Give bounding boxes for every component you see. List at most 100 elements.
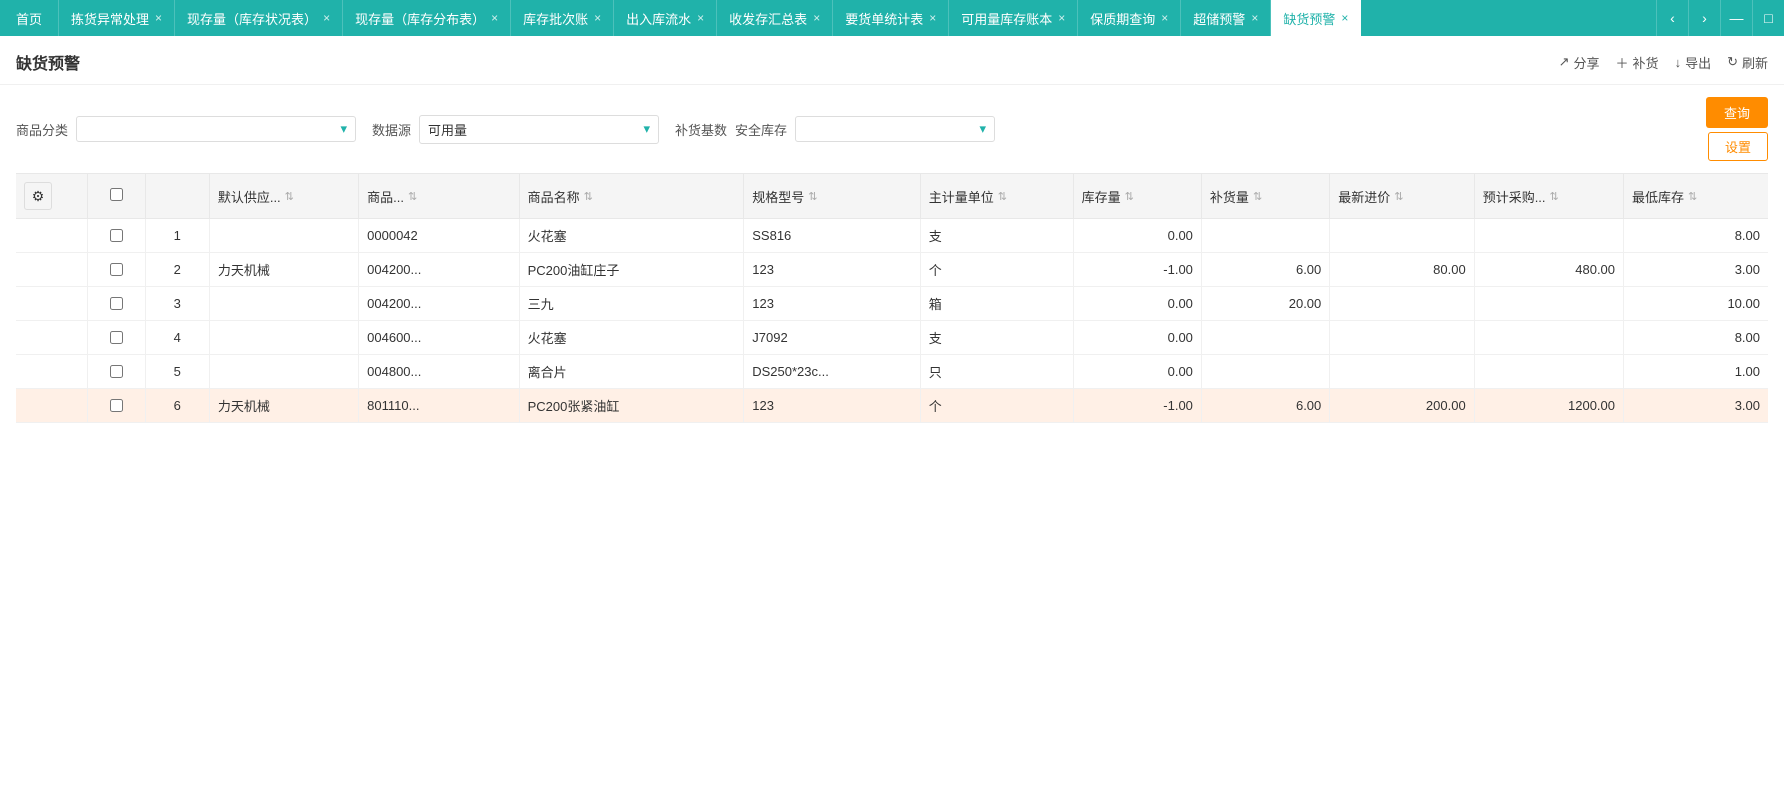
tab-batch[interactable]: 库存批次账 × [511, 0, 614, 36]
datasource-chevron-icon: ▾ [644, 121, 651, 137]
row-spec: 123 [744, 253, 921, 287]
row-plan-purchase [1474, 355, 1623, 389]
tab-stock-status-close[interactable]: × [323, 11, 330, 25]
page-title: 缺货预警 [16, 50, 80, 74]
tab-exception-close[interactable]: × [155, 11, 162, 25]
datasource-select[interactable]: 可用量 ▾ [419, 115, 659, 144]
th-code-label: 商品... [367, 187, 404, 206]
row-settings-cell [16, 389, 87, 423]
tab-batch-close[interactable]: × [594, 11, 601, 25]
share-button[interactable]: ↗ 分享 [1559, 53, 1600, 72]
tab-inout[interactable]: 出入库流水 × [614, 0, 717, 36]
row-unit: 支 [920, 321, 1073, 355]
row-code: 004200... [359, 253, 519, 287]
export-icon: ↓ [1675, 55, 1682, 70]
th-stock-label: 库存量 [1082, 187, 1121, 206]
row-unit: 个 [920, 389, 1073, 423]
th-name[interactable]: 商品名称 ⇅ [519, 174, 744, 219]
export-button[interactable]: ↓ 导出 [1675, 53, 1712, 72]
row-replenish [1201, 355, 1329, 389]
row-checkbox[interactable] [110, 229, 123, 242]
th-plan[interactable]: 预计采购... ⇅ [1474, 174, 1623, 219]
row-settings-cell [16, 253, 87, 287]
th-spec[interactable]: 规格型号 ⇅ [744, 174, 921, 219]
export-label: 导出 [1685, 53, 1711, 72]
tab-stock-dist-close[interactable]: × [491, 11, 498, 25]
row-checkbox[interactable] [110, 399, 123, 412]
tab-next-btn[interactable]: › [1688, 0, 1720, 36]
tab-shortage-close[interactable]: × [1341, 11, 1348, 25]
row-supplier: 力天机械 [209, 253, 358, 287]
tab-available[interactable]: 可用量库存账本 × [949, 0, 1078, 36]
tab-demand[interactable]: 要货单统计表 × [833, 0, 949, 36]
maximize-icon: □ [1764, 10, 1772, 26]
tab-home[interactable]: 首页 [0, 0, 59, 36]
row-code: 004600... [359, 321, 519, 355]
th-minstock[interactable]: 最低库存 ⇅ [1624, 174, 1768, 219]
row-checkbox[interactable] [110, 263, 123, 276]
select-all-checkbox[interactable] [110, 188, 123, 201]
row-no: 2 [145, 253, 209, 287]
tab-maximize-btn[interactable]: □ [1752, 0, 1784, 36]
th-price-label: 最新进价 [1338, 187, 1390, 206]
tab-overstock[interactable]: 超储预警 × [1181, 0, 1271, 36]
tab-expiry[interactable]: 保质期查询 × [1078, 0, 1181, 36]
row-replenish [1201, 219, 1329, 253]
row-latest-price [1330, 219, 1474, 253]
filter-row: 商品分类 ▾ 数据源 可用量 ▾ 补货基数 安全库存 ▾ 查询 设置 [0, 85, 1784, 173]
table-body: 1 0000042 火花塞 SS816 支 0.00 8.00 2 力天机械 0… [16, 219, 1768, 423]
th-supplier[interactable]: 默认供应... ⇅ [209, 174, 358, 219]
row-code: 801110... [359, 389, 519, 423]
row-settings-cell [16, 287, 87, 321]
th-stock[interactable]: 库存量 ⇅ [1073, 174, 1201, 219]
row-name: 三九 [519, 287, 744, 321]
tab-expiry-label: 保质期查询 [1090, 9, 1155, 28]
tab-stock-dist[interactable]: 现存量（库存分布表） × [343, 0, 511, 36]
tab-collect[interactable]: 收发存汇总表 × [717, 0, 833, 36]
tab-collect-close[interactable]: × [813, 11, 820, 25]
tab-overstock-close[interactable]: × [1251, 11, 1258, 25]
tab-prev-btn[interactable]: ‹ [1656, 0, 1688, 36]
page-header: 缺货预警 ↗ 分享 ＋ 补货 ↓ 导出 ↻ 刷新 [0, 36, 1784, 85]
th-spec-label: 规格型号 [752, 187, 804, 206]
tab-bar: 首页 拣货异常处理 × 现存量（库存状况表） × 现存量（库存分布表） × 库存… [0, 0, 1784, 36]
row-stock: 0.00 [1073, 355, 1201, 389]
tab-available-close[interactable]: × [1058, 11, 1065, 25]
datasource-label: 数据源 [372, 120, 411, 139]
replenish-button[interactable]: ＋ 补货 [1616, 53, 1659, 72]
category-select[interactable]: ▾ [76, 116, 356, 142]
tab-minimize-btn[interactable]: — [1720, 0, 1752, 36]
row-checkbox[interactable] [110, 331, 123, 344]
refresh-button[interactable]: ↻ 刷新 [1727, 53, 1768, 72]
th-unit[interactable]: 主计量单位 ⇅ [920, 174, 1073, 219]
tab-demand-close[interactable]: × [929, 11, 936, 25]
column-settings-button[interactable]: ⚙ [24, 182, 52, 210]
row-checkbox[interactable] [110, 297, 123, 310]
row-latest-price: 80.00 [1330, 253, 1474, 287]
tab-prev-icon: ‹ [1670, 10, 1675, 26]
spec-sort-icon: ⇅ [808, 190, 817, 203]
tab-shortage[interactable]: 缺货预警 × [1271, 0, 1361, 36]
row-plan-purchase: 480.00 [1474, 253, 1623, 287]
row-checkbox[interactable] [110, 365, 123, 378]
tab-inout-close[interactable]: × [697, 11, 704, 25]
tab-expiry-close[interactable]: × [1161, 11, 1168, 25]
query-button[interactable]: 查询 [1706, 97, 1768, 128]
settings-button[interactable]: 设置 [1708, 132, 1768, 161]
minstock-sort-icon: ⇅ [1688, 190, 1697, 203]
data-table: ⚙ 默认供应... ⇅ 商品.. [16, 173, 1768, 423]
tab-exception[interactable]: 拣货异常处理 × [59, 0, 175, 36]
th-code[interactable]: 商品... ⇅ [359, 174, 519, 219]
replenish-base-value: 安全库存 [735, 120, 787, 139]
row-supplier [209, 355, 358, 389]
row-unit: 个 [920, 253, 1073, 287]
row-replenish: 6.00 [1201, 389, 1329, 423]
row-latest-price [1330, 321, 1474, 355]
tab-stock-status[interactable]: 现存量（库存状况表） × [175, 0, 343, 36]
row-name: PC200油缸庄子 [519, 253, 744, 287]
row-supplier [209, 321, 358, 355]
row-name: 火花塞 [519, 321, 744, 355]
th-price[interactable]: 最新进价 ⇅ [1330, 174, 1474, 219]
replenish-base-select[interactable]: ▾ [795, 116, 995, 142]
th-replenish[interactable]: 补货量 ⇅ [1201, 174, 1329, 219]
